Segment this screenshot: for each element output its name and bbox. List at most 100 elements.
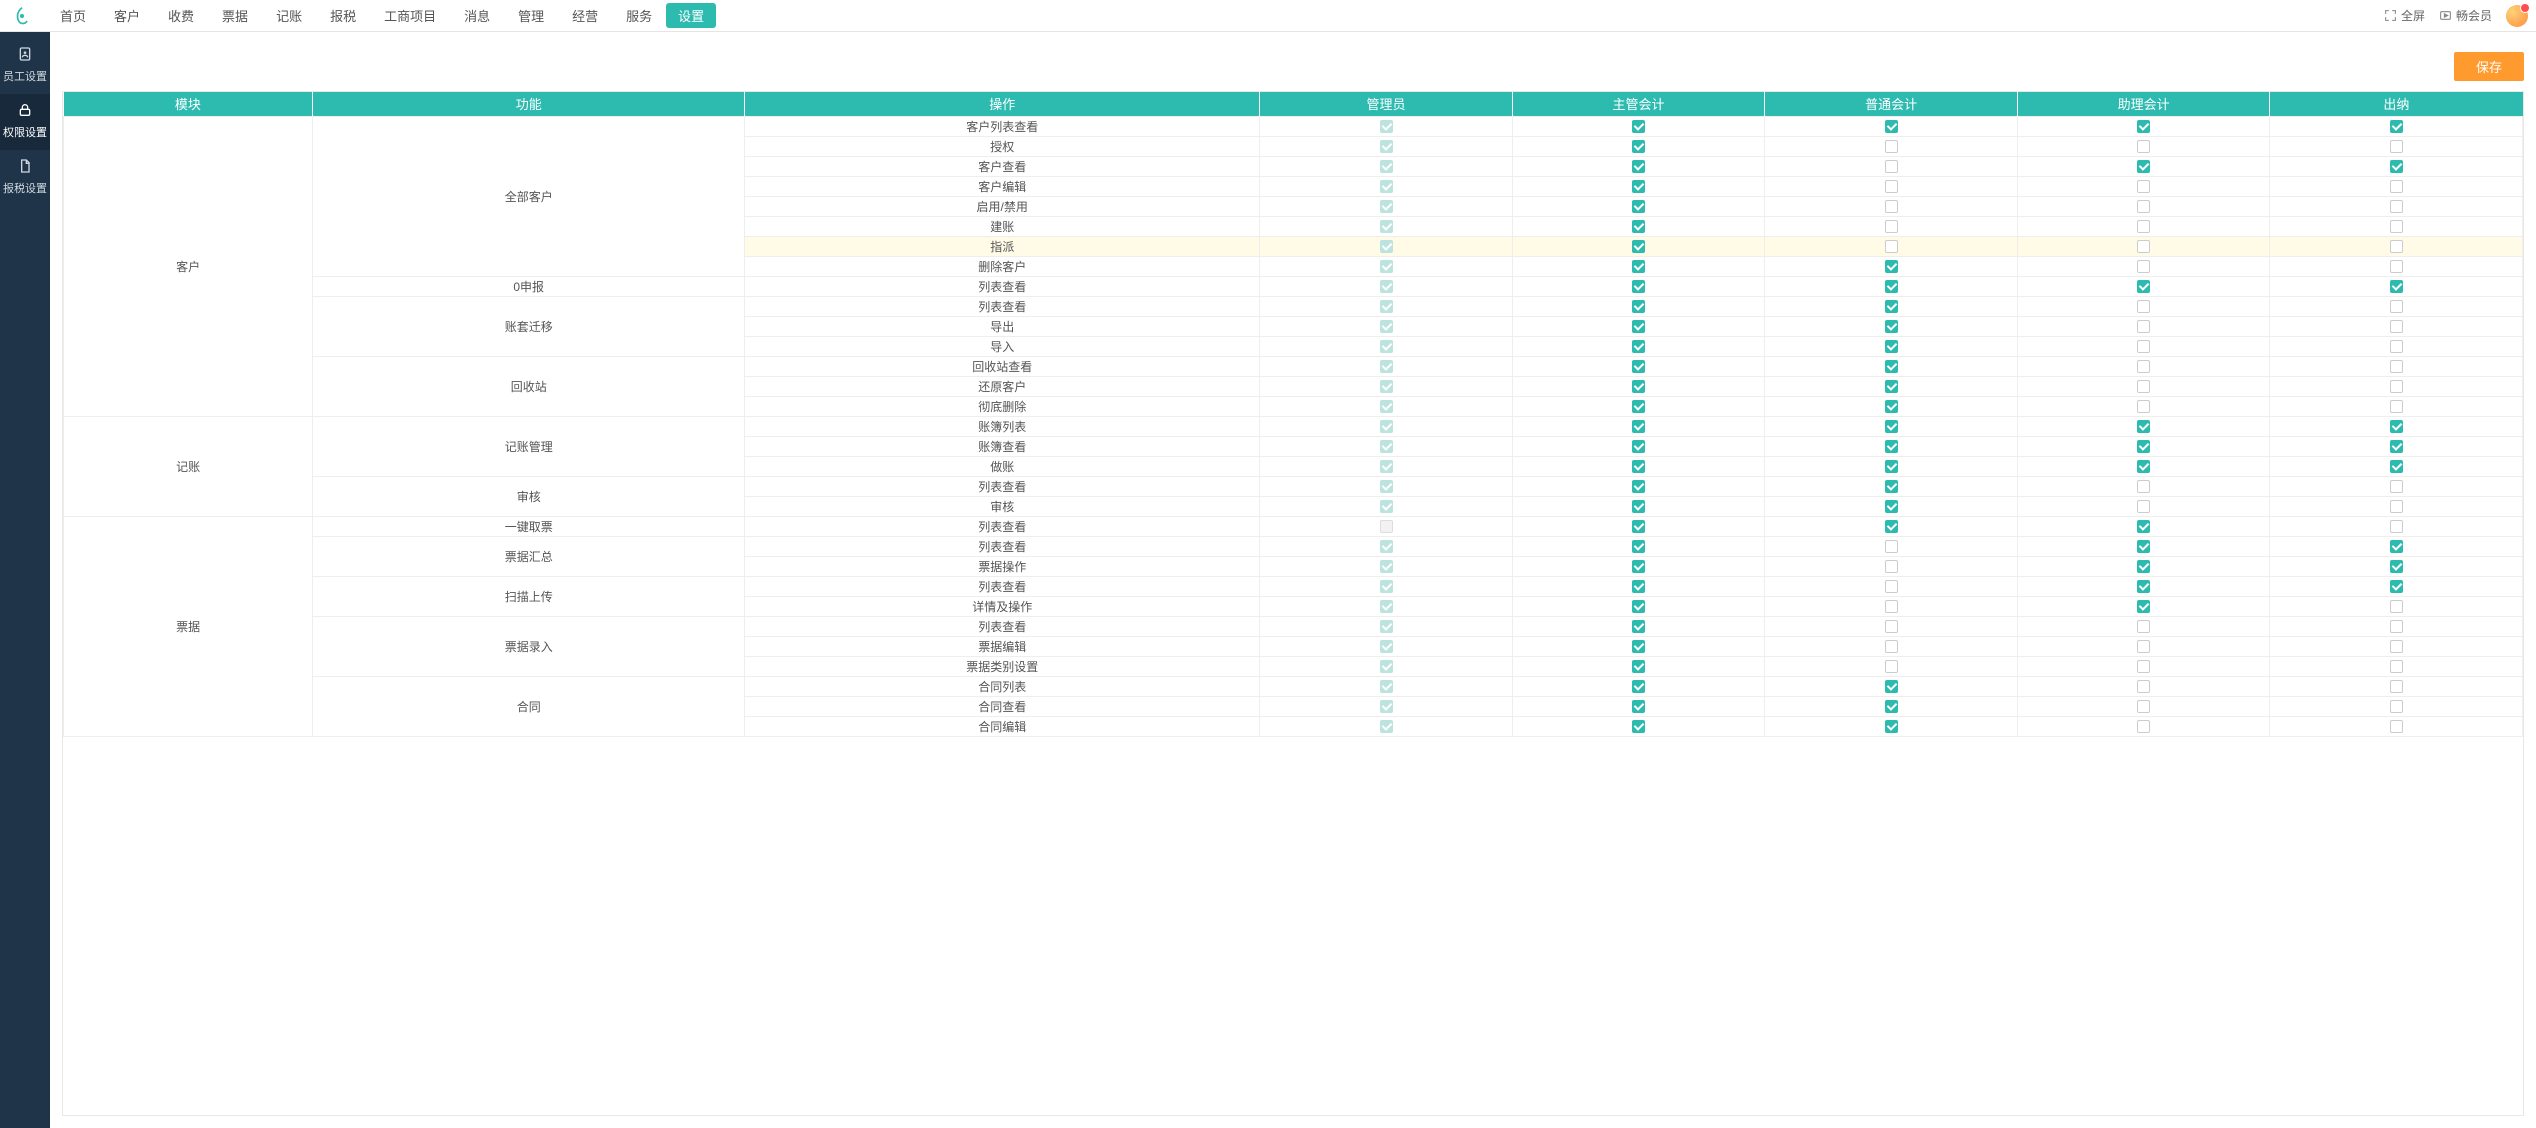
- permission-checkbox[interactable]: [2390, 160, 2403, 173]
- permission-checkbox[interactable]: [1885, 300, 1898, 313]
- permission-checkbox[interactable]: [2137, 260, 2150, 273]
- permission-checkbox[interactable]: [1632, 160, 1645, 173]
- permission-checkbox[interactable]: [1885, 340, 1898, 353]
- permission-checkbox[interactable]: [2137, 120, 2150, 133]
- permission-checkbox[interactable]: [2390, 120, 2403, 133]
- permission-checkbox[interactable]: [1632, 180, 1645, 193]
- permission-checkbox[interactable]: [1885, 440, 1898, 453]
- permission-checkbox[interactable]: [2137, 680, 2150, 693]
- permission-checkbox[interactable]: [2390, 600, 2403, 613]
- permission-checkbox[interactable]: [2390, 400, 2403, 413]
- permission-checkbox[interactable]: [2137, 300, 2150, 313]
- permission-checkbox[interactable]: [1632, 660, 1645, 673]
- permission-checkbox[interactable]: [1885, 480, 1898, 493]
- permission-checkbox[interactable]: [2390, 240, 2403, 253]
- permission-checkbox[interactable]: [2390, 520, 2403, 533]
- permission-checkbox[interactable]: [2137, 440, 2150, 453]
- permission-checkbox[interactable]: [1632, 520, 1645, 533]
- permission-checkbox[interactable]: [2390, 320, 2403, 333]
- permission-checkbox[interactable]: [1885, 280, 1898, 293]
- permission-checkbox[interactable]: [2390, 580, 2403, 593]
- permission-checkbox[interactable]: [1885, 200, 1898, 213]
- permission-checkbox[interactable]: [1885, 560, 1898, 573]
- permission-checkbox[interactable]: [1885, 720, 1898, 733]
- permission-checkbox[interactable]: [2137, 140, 2150, 153]
- permission-checkbox[interactable]: [2137, 640, 2150, 653]
- permission-checkbox[interactable]: [1632, 680, 1645, 693]
- topnav-item-2[interactable]: 收费: [154, 0, 208, 31]
- topnav-item-10[interactable]: 服务: [612, 0, 666, 31]
- permission-table-wrap[interactable]: 模块功能操作管理员主管会计普通会计助理会计出纳 客户全部客户客户列表查看授权客户…: [62, 91, 2524, 1116]
- permission-checkbox[interactable]: [1885, 220, 1898, 233]
- permission-checkbox[interactable]: [2390, 460, 2403, 473]
- permission-checkbox[interactable]: [1632, 380, 1645, 393]
- permission-checkbox[interactable]: [1632, 340, 1645, 353]
- permission-checkbox[interactable]: [2390, 720, 2403, 733]
- permission-checkbox[interactable]: [1632, 240, 1645, 253]
- permission-checkbox[interactable]: [2390, 660, 2403, 673]
- permission-checkbox[interactable]: [2137, 660, 2150, 673]
- permission-checkbox[interactable]: [1885, 460, 1898, 473]
- permission-checkbox[interactable]: [1632, 280, 1645, 293]
- permission-checkbox[interactable]: [1632, 720, 1645, 733]
- permission-checkbox[interactable]: [1632, 360, 1645, 373]
- permission-checkbox[interactable]: [2390, 280, 2403, 293]
- permission-checkbox[interactable]: [1885, 360, 1898, 373]
- permission-checkbox[interactable]: [2137, 240, 2150, 253]
- permission-checkbox[interactable]: [2390, 200, 2403, 213]
- permission-checkbox[interactable]: [1632, 620, 1645, 633]
- permission-checkbox[interactable]: [2390, 260, 2403, 273]
- permission-checkbox[interactable]: [1632, 120, 1645, 133]
- topnav-item-8[interactable]: 管理: [504, 0, 558, 31]
- topnav-item-11[interactable]: 设置: [666, 3, 716, 28]
- member-button[interactable]: 畅会员: [2439, 7, 2492, 24]
- permission-checkbox[interactable]: [2137, 480, 2150, 493]
- permission-checkbox[interactable]: [1885, 140, 1898, 153]
- permission-checkbox[interactable]: [1632, 700, 1645, 713]
- permission-checkbox[interactable]: [1885, 680, 1898, 693]
- permission-checkbox[interactable]: [2137, 600, 2150, 613]
- permission-checkbox[interactable]: [2137, 180, 2150, 193]
- permission-checkbox[interactable]: [2390, 380, 2403, 393]
- permission-checkbox[interactable]: [2137, 700, 2150, 713]
- permission-checkbox[interactable]: [2390, 440, 2403, 453]
- permission-checkbox[interactable]: [1632, 560, 1645, 573]
- permission-checkbox[interactable]: [1885, 120, 1898, 133]
- fullscreen-button[interactable]: 全屏: [2384, 7, 2425, 24]
- permission-checkbox[interactable]: [2137, 380, 2150, 393]
- permission-checkbox[interactable]: [1632, 420, 1645, 433]
- permission-checkbox[interactable]: [2137, 320, 2150, 333]
- permission-checkbox[interactable]: [1885, 320, 1898, 333]
- permission-checkbox[interactable]: [2390, 700, 2403, 713]
- topnav-item-5[interactable]: 报税: [316, 0, 370, 31]
- permission-checkbox[interactable]: [2137, 580, 2150, 593]
- permission-checkbox[interactable]: [2137, 400, 2150, 413]
- permission-checkbox[interactable]: [2390, 560, 2403, 573]
- permission-checkbox[interactable]: [2137, 360, 2150, 373]
- permission-checkbox[interactable]: [1885, 160, 1898, 173]
- permission-checkbox[interactable]: [2137, 500, 2150, 513]
- permission-checkbox[interactable]: [1885, 420, 1898, 433]
- permission-checkbox[interactable]: [2390, 140, 2403, 153]
- save-button[interactable]: 保存: [2454, 52, 2524, 81]
- permission-checkbox[interactable]: [2137, 560, 2150, 573]
- topnav-item-9[interactable]: 经营: [558, 0, 612, 31]
- permission-checkbox[interactable]: [1632, 640, 1645, 653]
- permission-checkbox[interactable]: [1885, 640, 1898, 653]
- permission-checkbox[interactable]: [1632, 480, 1645, 493]
- permission-checkbox[interactable]: [1885, 240, 1898, 253]
- topnav-item-7[interactable]: 消息: [450, 0, 504, 31]
- permission-checkbox[interactable]: [2137, 460, 2150, 473]
- permission-checkbox[interactable]: [2390, 300, 2403, 313]
- topnav-item-0[interactable]: 首页: [46, 0, 100, 31]
- permission-checkbox[interactable]: [1632, 140, 1645, 153]
- permission-checkbox[interactable]: [2390, 180, 2403, 193]
- permission-checkbox[interactable]: [2390, 480, 2403, 493]
- permission-checkbox[interactable]: [1885, 600, 1898, 613]
- permission-checkbox[interactable]: [1885, 620, 1898, 633]
- topnav-item-6[interactable]: 工商项目: [370, 0, 450, 31]
- permission-checkbox[interactable]: [1885, 400, 1898, 413]
- permission-checkbox[interactable]: [1885, 540, 1898, 553]
- permission-checkbox[interactable]: [1632, 400, 1645, 413]
- topnav-item-1[interactable]: 客户: [100, 0, 154, 31]
